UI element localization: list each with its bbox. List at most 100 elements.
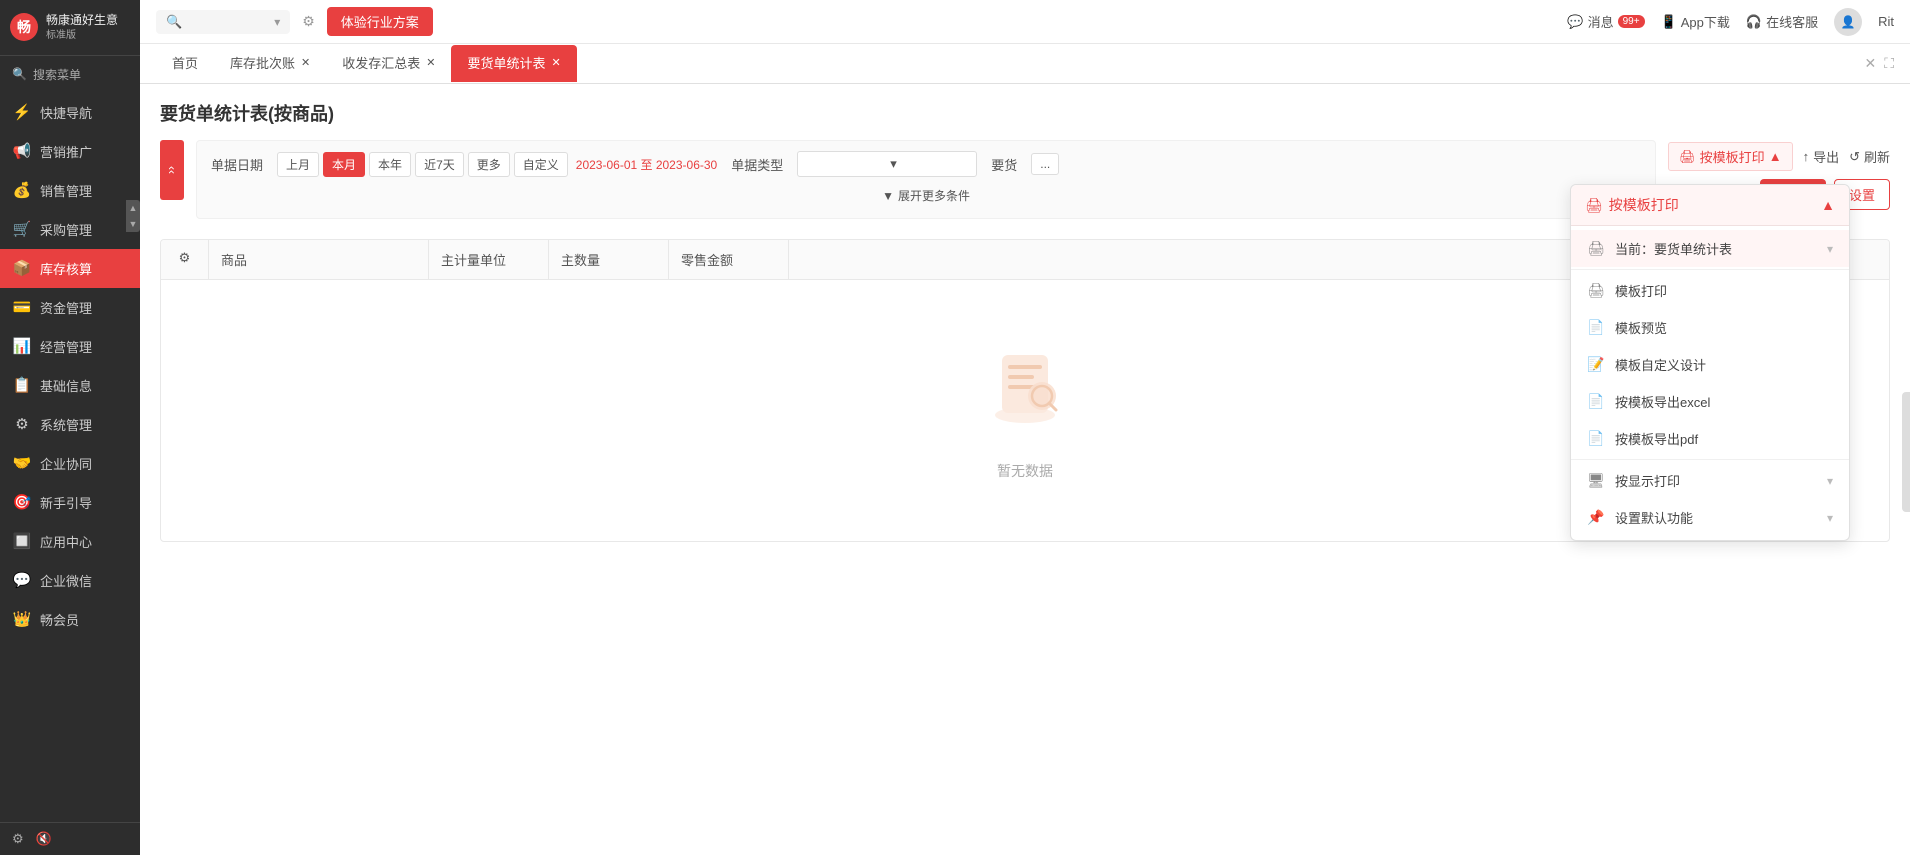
tab-receipt-summary[interactable]: 收发存汇总表 ✕ [326, 45, 451, 82]
marketing-icon: 📢 [12, 142, 32, 160]
order-tag[interactable]: ... [1031, 153, 1059, 175]
dropdown-template-export-pdf[interactable]: 📄 按模板导出pdf [1571, 420, 1849, 457]
sidebar-nav: ⚡ 快捷导航 📢 营销推广 💰 销售管理 🛒 采购管理 📦 库存核算 💳 资金管… [0, 93, 140, 822]
tab-home[interactable]: 首页 [156, 45, 214, 82]
dropdown-set-default[interactable]: 📌 设置默认功能 ▾ [1571, 499, 1849, 536]
date-label: 单据日期 [211, 155, 263, 174]
sidebar-logo: 畅 畅康通好生意 标准版 [0, 0, 140, 56]
refresh-icon: ↺ [1849, 149, 1860, 165]
finance-icon: 💳 [12, 298, 32, 316]
dropdown-template-preview[interactable]: 📄 模板预览 [1571, 309, 1849, 346]
guide-icon: 🎯 [12, 493, 32, 511]
sidebar-item-marketing[interactable]: 📢 营销推广 [0, 132, 140, 171]
headset-icon: 🎧 [1746, 14, 1762, 30]
divider-2 [1571, 459, 1849, 460]
sidebar-item-sales[interactable]: 💰 销售管理 [0, 171, 140, 210]
close-window-icon[interactable]: ✕ [1864, 55, 1876, 72]
messages-btn[interactable]: 💬 消息 99+ [1567, 12, 1644, 31]
sidebar-item-app-center[interactable]: 🔲 应用中心 [0, 522, 140, 561]
dropdown-title: 🖨 按模板打印 [1585, 195, 1679, 215]
export-icon: ↑ [1803, 149, 1810, 164]
date-btn-prev-month[interactable]: 上月 [277, 152, 319, 177]
template-print-icon: 🖨 [1587, 282, 1605, 299]
dropdown-collapse-arrow[interactable]: ▲ [1821, 197, 1835, 213]
username[interactable]: Rit [1878, 14, 1894, 29]
display-print-icon: 🖥 [1587, 472, 1605, 489]
dropdown-body: 🖨 当前：要货单统计表 ▾ 🖨 模板打印 📄 模板预览 📝 [1571, 226, 1849, 540]
user-avatar[interactable]: 👤 [1834, 8, 1862, 36]
sidebar-search[interactable]: 🔍 搜索菜单 [0, 56, 140, 93]
topbar-settings-icon[interactable]: ⚙ [302, 13, 315, 30]
dropdown-template-custom[interactable]: 📝 模板自定义设计 [1571, 346, 1849, 383]
sidebar-item-enterprise-wechat[interactable]: 💬 企业微信 [0, 561, 140, 600]
expand-window-icon[interactable]: ⛶ [1884, 55, 1894, 72]
sidebar-item-member[interactable]: 👑 畅会员 [0, 600, 140, 639]
print-btn[interactable]: 🖨 按模板打印 ▲ [1668, 142, 1792, 171]
sidebar-scroll-up[interactable]: ▲ [127, 200, 140, 216]
printer-icon: 🖨 [1679, 149, 1696, 165]
avatar-icon: 👤 [1841, 15, 1856, 29]
sidebar-audio-icon[interactable]: 🔇 [36, 831, 52, 847]
dropdown-header-controls: ▲ [1821, 197, 1835, 213]
app-download-icon: 📱 [1661, 14, 1677, 30]
th-gear[interactable]: ⚙ [161, 240, 209, 279]
tab-batch-account[interactable]: 库存批次账 ✕ [214, 45, 326, 82]
sidebar-scroll-down[interactable]: ▼ [127, 216, 140, 232]
set-default-arrow: ▾ [1827, 511, 1833, 525]
template-excel-icon: 📄 [1587, 393, 1605, 410]
sidebar-item-quick-nav[interactable]: ⚡ 快捷导航 [0, 93, 140, 132]
print-dropdown: 🖨 按模板打印 ▲ 🖨 当前：要货单统计表 ▾ 🖨 模板打印 [1570, 184, 1850, 541]
display-print-arrow: ▾ [1827, 474, 1833, 488]
tab-order-stats[interactable]: 要货单统计表 ✕ [451, 45, 576, 82]
th-unit: 主计量单位 [429, 240, 549, 279]
inventory-icon: 📦 [12, 259, 32, 277]
expand-more-btn[interactable]: ▼ 展开更多条件 [872, 183, 980, 208]
sidebar-bottom: ⚙ 🔇 [0, 822, 140, 855]
topbar-search-dropdown[interactable]: ▾ [274, 15, 280, 29]
topbar-search-input[interactable] [188, 15, 268, 29]
date-btn-7days[interactable]: 近7天 [415, 152, 464, 177]
template-preview-icon: 📄 [1587, 319, 1605, 336]
tab-batch-account-close[interactable]: ✕ [301, 56, 310, 69]
empty-icon [980, 340, 1070, 449]
right-scroll-handle[interactable] [1902, 392, 1910, 512]
date-btn-more[interactable]: 更多 [468, 152, 510, 177]
th-product: 商品 [209, 240, 429, 279]
dropdown-template-export-excel[interactable]: 📄 按模板导出excel [1571, 383, 1849, 420]
trial-btn[interactable]: 体验行业方案 [327, 7, 433, 36]
date-btn-custom[interactable]: 自定义 [514, 152, 568, 177]
sidebar-item-enterprise[interactable]: 🤝 企业协同 [0, 444, 140, 483]
template-current-icon: 🖨 [1587, 240, 1605, 257]
tab-receipt-summary-close[interactable]: ✕ [426, 56, 435, 69]
refresh-btn[interactable]: ↺ 刷新 [1849, 147, 1890, 166]
sidebar-settings-icon[interactable]: ⚙ [12, 831, 24, 847]
dropdown-display-print[interactable]: 🖥 按显示打印 ▾ [1571, 462, 1849, 499]
dropdown-header: 🖨 按模板打印 ▲ [1571, 185, 1849, 226]
dropdown-template-print[interactable]: 🖨 模板打印 [1571, 272, 1849, 309]
date-btn-current-month[interactable]: 本月 [323, 152, 365, 177]
date-btn-current-year[interactable]: 本年 [369, 152, 411, 177]
sidebar-item-finance[interactable]: 💳 资金管理 [0, 288, 140, 327]
sidebar-item-inventory[interactable]: 📦 库存核算 [0, 249, 140, 288]
tab-order-stats-close[interactable]: ✕ [552, 56, 561, 69]
export-btn[interactable]: ↑ 导出 [1803, 147, 1840, 166]
sidebar-item-system[interactable]: ⚙ 系统管理 [0, 405, 140, 444]
app-download-btn[interactable]: 📱 App下载 [1661, 12, 1730, 31]
dropdown-current-template[interactable]: 🖨 当前：要货单统计表 ▾ [1571, 230, 1849, 267]
sidebar-item-operations[interactable]: 📊 经营管理 [0, 327, 140, 366]
sidebar-item-basic-info[interactable]: 📋 基础信息 [0, 366, 140, 405]
main-area: 🔍 ▾ ⚙ 体验行业方案 💬 消息 99+ 📱 App下载 🎧 在线客服 👤 [140, 0, 1910, 855]
app-logo-text: 畅康通好生意 标准版 [46, 12, 118, 43]
filter-expand-btn[interactable]: ‹‹ [160, 140, 184, 200]
content: 要货单统计表(按商品) ‹‹ 单据日期 上月 本月 本 [140, 84, 1910, 855]
sidebar-item-purchase[interactable]: 🛒 采购管理 [0, 210, 140, 249]
order-type-select[interactable]: ▾ [797, 151, 977, 177]
sidebar-item-guide[interactable]: 🎯 新手引导 [0, 483, 140, 522]
filter-bar: 单据日期 上月 本月 本年 近7天 更多 自定义 2023-06-01 至 20… [196, 140, 1656, 219]
template-current-arrow: ▾ [1827, 242, 1833, 256]
topbar: 🔍 ▾ ⚙ 体验行业方案 💬 消息 99+ 📱 App下载 🎧 在线客服 👤 [140, 0, 1910, 44]
online-service-btn[interactable]: 🎧 在线客服 [1746, 12, 1818, 31]
topbar-search-area[interactable]: 🔍 ▾ [156, 10, 290, 34]
order-tag-label: 要货 [991, 155, 1017, 174]
topbar-search-icon: 🔍 [166, 14, 182, 30]
